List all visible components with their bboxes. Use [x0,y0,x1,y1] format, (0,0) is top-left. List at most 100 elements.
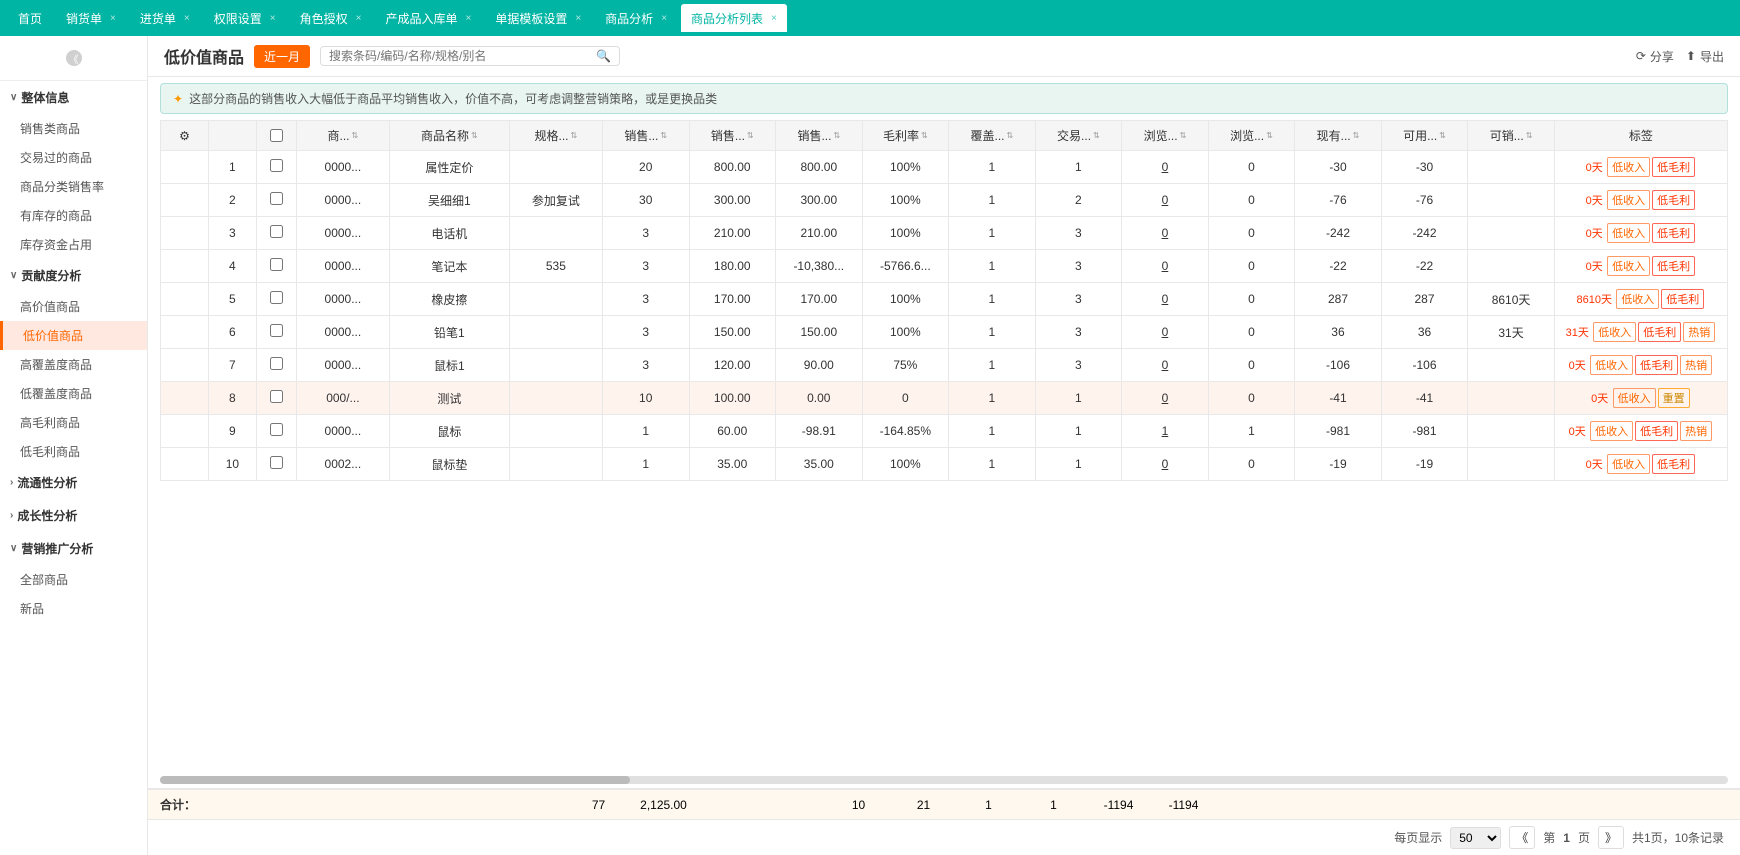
th-browse2[interactable]: 浏览...⇅ [1208,121,1295,151]
sidebar-item-all-products[interactable]: 全部商品 [0,565,147,594]
th-trade[interactable]: 交易...⇅ [1035,121,1122,151]
th-available[interactable]: 可用...⇅ [1381,121,1468,151]
search-icon[interactable]: 🔍 [596,49,611,63]
td-browse1[interactable]: 1 [1122,415,1209,448]
close-purchase-order[interactable]: × [184,13,190,24]
sidebar-item-high-value[interactable]: 高价值商品 [0,292,147,321]
sidebar-item-low-margin[interactable]: 低毛利商品 [0,437,147,466]
sidebar-item-sales-products[interactable]: 销售类商品 [0,114,147,143]
th-spec[interactable]: 规格...⇅ [509,121,602,151]
th-sales-amt[interactable]: 销售...⇅ [689,121,776,151]
nav-role-auth[interactable]: 角色授权 × [290,4,372,32]
nav-finished-goods[interactable]: 产成品入库单 × [375,4,481,32]
row-checkbox[interactable] [270,390,283,403]
td-check[interactable] [256,349,296,382]
td-browse1[interactable]: 0 [1122,151,1209,184]
sidebar-item-inventory-funds[interactable]: 库存资金占用 [0,230,147,259]
th-current[interactable]: 现有...⇅ [1295,121,1382,151]
td-check[interactable] [256,184,296,217]
per-page-select[interactable]: 50 100 200 [1450,827,1501,849]
sidebar-item-in-stock[interactable]: 有库存的商品 [0,201,147,230]
th-browse1[interactable]: 浏览...⇅ [1122,121,1209,151]
td-check[interactable] [256,316,296,349]
td-num: 8 [208,382,256,415]
sidebar-item-low-coverage[interactable]: 低覆盖度商品 [0,379,147,408]
th-saleable[interactable]: 可销...⇅ [1468,121,1555,151]
sidebar-item-high-margin[interactable]: 高毛利商品 [0,408,147,437]
th-check[interactable] [256,121,296,151]
td-check[interactable] [256,217,296,250]
close-sales-order[interactable]: × [110,13,116,24]
nav-product-analysis-list[interactable]: 商品分析列表 × [681,4,787,32]
sidebar-item-new-products[interactable]: 新品 [0,594,147,623]
share-button[interactable]: ⟳ 分享 [1636,48,1674,65]
close-finished-goods[interactable]: × [465,13,471,24]
td-settings [161,250,209,283]
td-browse1[interactable]: 0 [1122,448,1209,481]
td-check[interactable] [256,283,296,316]
td-check[interactable] [256,448,296,481]
sidebar-section-contribution[interactable]: ∨ 贡献度分析 [0,259,147,292]
close-permission[interactable]: × [270,13,276,24]
nav-product-analysis[interactable]: 商品分析 × [595,4,677,32]
th-sales-qty[interactable]: 销售...⇅ [602,121,689,151]
nav-permission[interactable]: 权限设置 × [204,4,286,32]
td-sales-qty: 10 [602,382,689,415]
th-sales-gross[interactable]: 销售...⇅ [776,121,863,151]
sidebar-section-marketing[interactable]: ∨ 营销推广分析 [0,532,147,565]
td-browse1[interactable]: 0 [1122,217,1209,250]
row-checkbox[interactable] [270,225,283,238]
td-check[interactable] [256,151,296,184]
filter-button[interactable]: 近一月 [254,45,310,68]
td-browse1[interactable]: 0 [1122,316,1209,349]
sidebar-section-growth[interactable]: › 成长性分析 [0,499,147,532]
sidebar-item-low-value[interactable]: 低价值商品 [0,321,147,350]
td-check[interactable] [256,250,296,283]
row-checkbox[interactable] [270,258,283,271]
sidebar-collapse-btn[interactable]: 《 [66,50,82,66]
sidebar-item-category-rate[interactable]: 商品分类销售率 [0,172,147,201]
close-template-settings[interactable]: × [575,13,581,24]
nav-sales-order[interactable]: 销货单 × [56,4,126,32]
td-sales-amt: 180.00 [689,250,776,283]
select-all-checkbox[interactable] [270,129,283,142]
first-page-btn[interactable]: 《 [1509,826,1535,849]
sidebar-section-overall[interactable]: ∨ 整体信息 [0,81,147,114]
th-coverage[interactable]: 覆盖...⇅ [949,121,1036,151]
table-wrapper[interactable]: ⚙ 商...⇅ 商品名称⇅ 规格...⇅ 销售...⇅ 销售...⇅ 销售...… [148,120,1740,776]
th-name[interactable]: 商品名称⇅ [389,121,509,151]
td-check[interactable] [256,382,296,415]
td-browse1[interactable]: 0 [1122,283,1209,316]
th-gross-rate[interactable]: 毛利率⇅ [862,121,949,151]
nav-purchase-order[interactable]: 进货单 × [130,4,200,32]
row-checkbox[interactable] [270,159,283,172]
td-code: 0000... [296,283,389,316]
export-button[interactable]: ⬆ 导出 [1686,48,1724,65]
close-product-analysis[interactable]: × [661,13,667,24]
search-input[interactable] [329,49,590,63]
td-browse1[interactable]: 0 [1122,184,1209,217]
th-code[interactable]: 商...⇅ [296,121,389,151]
row-checkbox[interactable] [270,291,283,304]
sidebar-section-liquidity[interactable]: › 流通性分析 [0,466,147,499]
row-checkbox[interactable] [270,357,283,370]
row-checkbox[interactable] [270,423,283,436]
td-browse1[interactable]: 0 [1122,349,1209,382]
row-checkbox[interactable] [270,456,283,469]
th-gear[interactable]: ⚙ [161,121,209,151]
td-browse1[interactable]: 0 [1122,382,1209,415]
td-browse1[interactable]: 0 [1122,250,1209,283]
row-checkbox[interactable] [270,192,283,205]
td-browse2: 0 [1208,184,1295,217]
row-checkbox[interactable] [270,324,283,337]
td-check[interactable] [256,415,296,448]
td-spec [509,415,602,448]
close-role-auth[interactable]: × [356,13,362,24]
close-product-analysis-list[interactable]: × [771,13,777,24]
sidebar-item-high-coverage[interactable]: 高覆盖度商品 [0,350,147,379]
sidebar-item-traded-products[interactable]: 交易过的商品 [0,143,147,172]
nav-home[interactable]: 首页 [8,4,52,32]
next-page-btn[interactable]: 》 [1598,826,1624,849]
nav-template-settings[interactable]: 单据模板设置 × [485,4,591,32]
h-scrollbar[interactable] [160,776,1728,784]
